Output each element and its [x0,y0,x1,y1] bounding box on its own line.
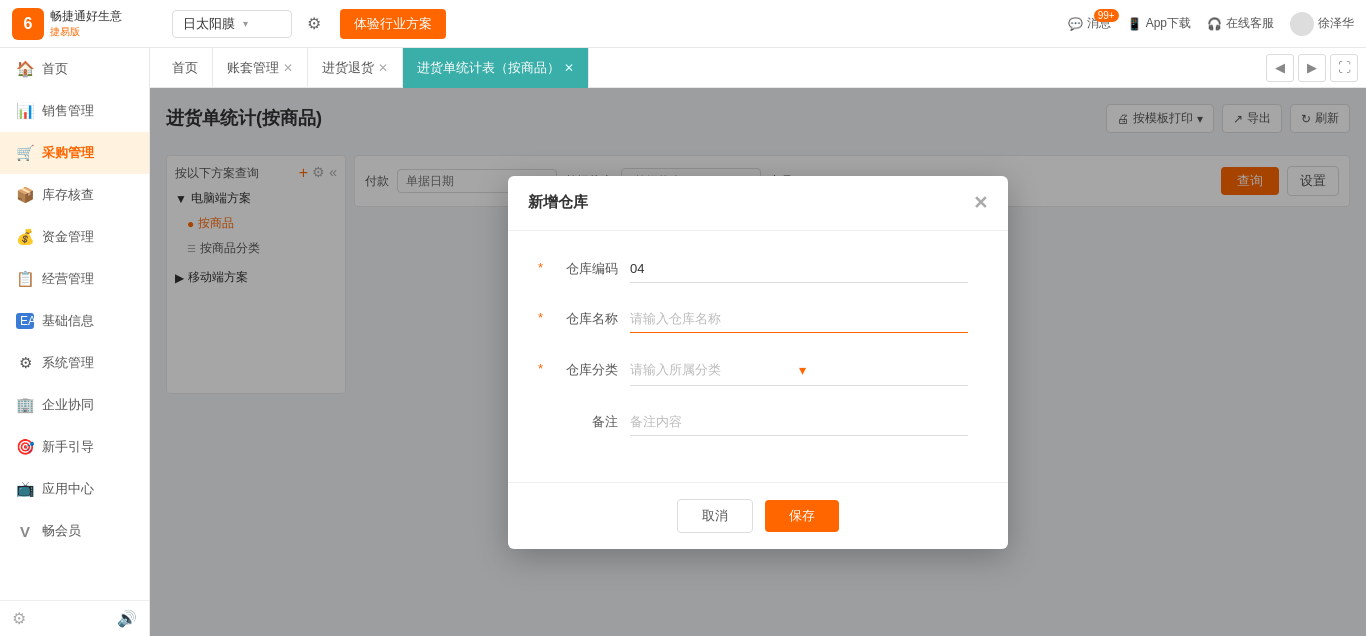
name-input[interactable] [630,305,968,333]
headset-icon: 🎧 [1207,17,1222,31]
phone-icon: 📱 [1127,17,1142,31]
service-button[interactable]: 🎧 在线客服 [1207,15,1274,32]
form-row-category: 仓库分类 请输入所属分类 ▾ [548,355,968,386]
header-right: 💬 消息 99+ 📱 App下载 🎧 在线客服 徐泽华 [1068,12,1354,36]
purchase-icon: 🛒 [16,144,34,162]
sidebar-item-basic[interactable]: EA 基础信息 [0,300,149,342]
sidebar-item-newbie[interactable]: 🎯 新手引导 [0,426,149,468]
dialog-title: 新增仓库 [528,193,588,212]
category-select[interactable]: 请输入所属分类 ▾ [630,355,968,386]
new-warehouse-dialog: 新增仓库 ✕ 仓库编码 仓库名称 [508,176,1008,549]
tab-home[interactable]: 首页 [158,48,213,88]
avatar-image [1290,12,1314,36]
dialog-header: 新增仓库 ✕ [508,176,1008,231]
newbie-icon: 🎯 [16,438,34,456]
tab-purchase-return[interactable]: 进货退货 ✕ [308,48,403,88]
dialog-close-button[interactable]: ✕ [973,192,988,214]
sidebar-item-finance[interactable]: 💰 资金管理 [0,216,149,258]
sidebar-item-purchase[interactable]: 🛒 采购管理 [0,132,149,174]
category-dropdown-icon: ▾ [799,362,968,378]
dialog-footer: 取消 保存 [508,482,1008,549]
system-icon: ⚙ [16,354,34,372]
finance-icon: 💰 [16,228,34,246]
chevron-down-icon: ▾ [243,18,248,29]
sidebar-item-label: 经营管理 [42,270,94,288]
category-placeholder: 请输入所属分类 [630,361,799,379]
sales-icon: 📊 [16,102,34,120]
logo-text: 畅捷通好生意 捷易版 [50,9,122,38]
sidebar-item-label: 畅会员 [42,522,81,540]
name-label: 仓库名称 [548,310,618,328]
gear-button[interactable]: ⚙ [298,8,330,40]
category-label: 仓库分类 [548,361,618,379]
settings-bottom-icon[interactable]: ⚙ [12,609,26,628]
apps-icon: 📺 [16,480,34,498]
sidebar-item-label: 采购管理 [42,144,94,162]
store-selector[interactable]: 日太阳膜 ▾ [172,10,292,38]
tab-accounts[interactable]: 账套管理 ✕ [213,48,308,88]
tab-bar: 首页 账套管理 ✕ 进货退货 ✕ 进货单统计表（按商品） ✕ ◀ ▶ ⛶ [150,48,1366,88]
code-input[interactable] [630,255,968,283]
save-button[interactable]: 保存 [765,500,839,532]
home-icon: 🏠 [16,60,34,78]
tab-prev-button[interactable]: ◀ [1266,54,1294,82]
speaker-icon[interactable]: 🔊 [117,609,137,628]
trial-button[interactable]: 体验行业方案 [340,9,446,39]
app-download-button[interactable]: 📱 App下载 [1127,15,1191,32]
sidebar-item-label: 系统管理 [42,354,94,372]
sidebar-item-label: 首页 [42,60,68,78]
user-avatar[interactable]: 徐泽华 [1290,12,1354,36]
remark-label: 备注 [548,413,618,431]
sidebar-item-operations[interactable]: 📋 经营管理 [0,258,149,300]
sidebar-item-sales[interactable]: 📊 销售管理 [0,90,149,132]
sidebar-item-enterprise[interactable]: 🏢 企业协同 [0,384,149,426]
form-row-name: 仓库名称 [548,305,968,333]
form-row-remark: 备注 [548,408,968,436]
sidebar-item-label: 资金管理 [42,228,94,246]
sidebar-item-label: 新手引导 [42,438,94,456]
sidebar-item-apps[interactable]: 📺 应用中心 [0,468,149,510]
code-label: 仓库编码 [548,260,618,278]
sidebar-item-label: 库存核查 [42,186,94,204]
sidebar-item-label: 企业协同 [42,396,94,414]
enterprise-icon: 🏢 [16,396,34,414]
logo-area: 6 畅捷通好生意 捷易版 [12,8,162,40]
tab-next-button[interactable]: ▶ [1298,54,1326,82]
tab-expand-button[interactable]: ⛶ [1330,54,1358,82]
top-header: 6 畅捷通好生意 捷易版 日太阳膜 ▾ ⚙ 体验行业方案 💬 消息 99+ 📱 … [0,0,1366,48]
sidebar-item-home[interactable]: 🏠 首页 [0,48,149,90]
form-row-code: 仓库编码 [548,255,968,283]
member-icon: V [16,523,34,540]
page-content: 进货单统计(按商品) 🖨 按模板打印 ▾ ↗ 导出 ↻ 刷新 [150,88,1366,636]
basic-icon: EA [16,313,34,329]
sidebar-item-member[interactable]: V 畅会员 [0,510,149,552]
message-badge: 99+ [1094,9,1119,22]
close-purchase-return-icon[interactable]: ✕ [378,61,388,75]
message-button[interactable]: 💬 消息 99+ [1068,15,1111,32]
tab-purchase-stat[interactable]: 进货单统计表（按商品） ✕ [403,48,589,88]
message-icon: 💬 [1068,17,1083,31]
operations-icon: 📋 [16,270,34,288]
sidebar-item-label: 销售管理 [42,102,94,120]
sidebar-item-label: 基础信息 [42,312,94,330]
dialog-body: 仓库编码 仓库名称 仓库分类 请输入所属分类 [508,231,1008,482]
content-area: 首页 账套管理 ✕ 进货退货 ✕ 进货单统计表（按商品） ✕ ◀ ▶ ⛶ [150,48,1366,636]
inventory-icon: 📦 [16,186,34,204]
close-purchase-stat-icon[interactable]: ✕ [564,61,574,75]
main-layout: 🏠 首页 📊 销售管理 🛒 采购管理 📦 库存核查 💰 资金管理 📋 经营管理 … [0,48,1366,636]
remark-input[interactable] [630,408,968,436]
cancel-button[interactable]: 取消 [677,499,753,533]
close-accounts-icon[interactable]: ✕ [283,61,293,75]
sidebar-item-label: 应用中心 [42,480,94,498]
sidebar-item-system[interactable]: ⚙ 系统管理 [0,342,149,384]
logo-icon: 6 [12,8,44,40]
sidebar-item-inventory[interactable]: 📦 库存核查 [0,174,149,216]
dialog-overlay: 新增仓库 ✕ 仓库编码 仓库名称 [150,88,1366,636]
sidebar: 🏠 首页 📊 销售管理 🛒 采购管理 📦 库存核查 💰 资金管理 📋 经营管理 … [0,48,150,636]
